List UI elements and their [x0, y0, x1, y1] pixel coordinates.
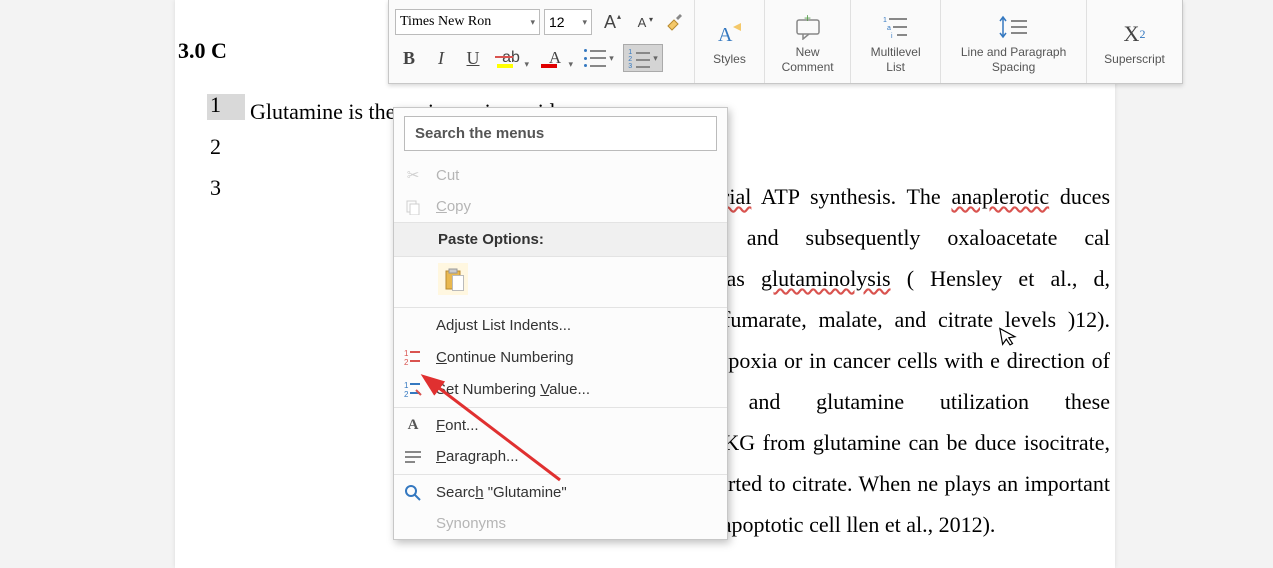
superscript-label: Superscript	[1104, 52, 1165, 66]
svg-text:2: 2	[404, 358, 409, 366]
font-color-button[interactable]: A▾	[535, 44, 575, 72]
scissors-icon: ✂	[402, 166, 424, 184]
mini-toolbar: Times New Ron ▾ 12 ▾ A▴ A▾ B I U ab▾ A▾	[388, 0, 1183, 84]
svg-text:1: 1	[404, 349, 409, 358]
font-name-combo[interactable]: Times New Ron ▾	[395, 9, 540, 35]
superscript-group[interactable]: X2 Superscript	[1087, 0, 1182, 83]
chevron-down-icon: ▾	[530, 17, 535, 28]
font-size-value: 12	[549, 14, 565, 30]
font-icon: A	[402, 417, 424, 434]
grow-font-button[interactable]: A▴	[596, 8, 624, 36]
svg-text:i: i	[891, 33, 893, 40]
svg-text:+: +	[804, 14, 811, 25]
shrink-font-button[interactable]: A▾	[628, 8, 656, 36]
font-name-value: Times New Ron	[400, 14, 491, 30]
styles-icon: A	[715, 16, 745, 52]
spacing-group[interactable]: Line and Paragraph Spacing	[941, 0, 1087, 83]
svg-text:a: a	[887, 25, 891, 32]
menu-paragraph[interactable]: Paragraph...	[394, 441, 727, 472]
format-painter-button[interactable]	[660, 8, 688, 36]
new-comment-label: New Comment	[775, 45, 840, 74]
bullets-icon	[584, 49, 606, 67]
superscript-icon: X2	[1124, 16, 1146, 52]
strikethrough-button[interactable]: ab▾	[491, 44, 531, 72]
continue-numbering-icon: 12	[402, 348, 424, 366]
multilevel-list-group[interactable]: 1ai Multilevel List	[851, 0, 941, 83]
font-size-combo[interactable]: 12 ▾	[544, 9, 592, 35]
numbering-button[interactable]: 1 2 3 ▾	[623, 44, 663, 72]
section-heading: 3.0 C	[178, 38, 227, 64]
bullets-button[interactable]: ▾	[579, 44, 619, 72]
comment-icon: +	[793, 9, 823, 45]
context-menu: Search the menus ✂ Cut Copy Paste Option…	[393, 107, 728, 540]
paste-options-row	[394, 257, 727, 305]
styles-group[interactable]: A Styles	[695, 0, 765, 83]
bold-button[interactable]: B	[395, 44, 423, 72]
svg-text:1: 1	[404, 381, 409, 390]
menu-font[interactable]: A Font...	[394, 410, 727, 441]
spacing-icon	[997, 9, 1031, 45]
numbering-icon: 1 2 3	[628, 49, 650, 67]
menu-synonyms[interactable]: Synonyms	[394, 508, 727, 539]
copy-icon	[402, 199, 424, 215]
new-comment-group[interactable]: + New Comment	[765, 0, 851, 83]
multilevel-label: Multilevel List	[861, 45, 930, 74]
chevron-down-icon: ▾	[582, 17, 587, 28]
svg-text:1: 1	[883, 17, 887, 24]
menu-copy: Copy	[394, 191, 727, 222]
menu-search-term[interactable]: Search "Glutamine"	[394, 477, 727, 508]
menu-cut: ✂ Cut	[394, 159, 727, 191]
list-number-1[interactable]: 1	[210, 92, 221, 118]
svg-text:2: 2	[404, 390, 409, 398]
menu-adjust-indents[interactable]: Adjust List Indents...	[394, 310, 727, 341]
list-number-2[interactable]: 2	[210, 134, 221, 160]
paragraph-icon	[402, 450, 424, 464]
menu-continue-numbering[interactable]: 12 Continue Numbering	[394, 341, 727, 373]
italic-button[interactable]: I	[427, 44, 455, 72]
styles-label: Styles	[713, 52, 746, 66]
paste-options-header: Paste Options:	[394, 222, 727, 257]
list-number-3[interactable]: 3	[210, 175, 221, 201]
paste-keep-source-button[interactable]	[438, 263, 468, 295]
menu-search-input[interactable]: Search the menus	[404, 116, 717, 151]
svg-text:A: A	[718, 24, 733, 46]
menu-set-numbering-value[interactable]: 12 Set Numbering Value...	[394, 373, 727, 405]
spacing-label: Line and Paragraph Spacing	[951, 45, 1076, 74]
paintbrush-icon	[664, 12, 684, 32]
search-icon	[402, 485, 424, 501]
set-numbering-icon: 12	[402, 380, 424, 398]
underline-button[interactable]: U	[459, 44, 487, 72]
multilevel-icon: 1ai	[881, 9, 911, 45]
